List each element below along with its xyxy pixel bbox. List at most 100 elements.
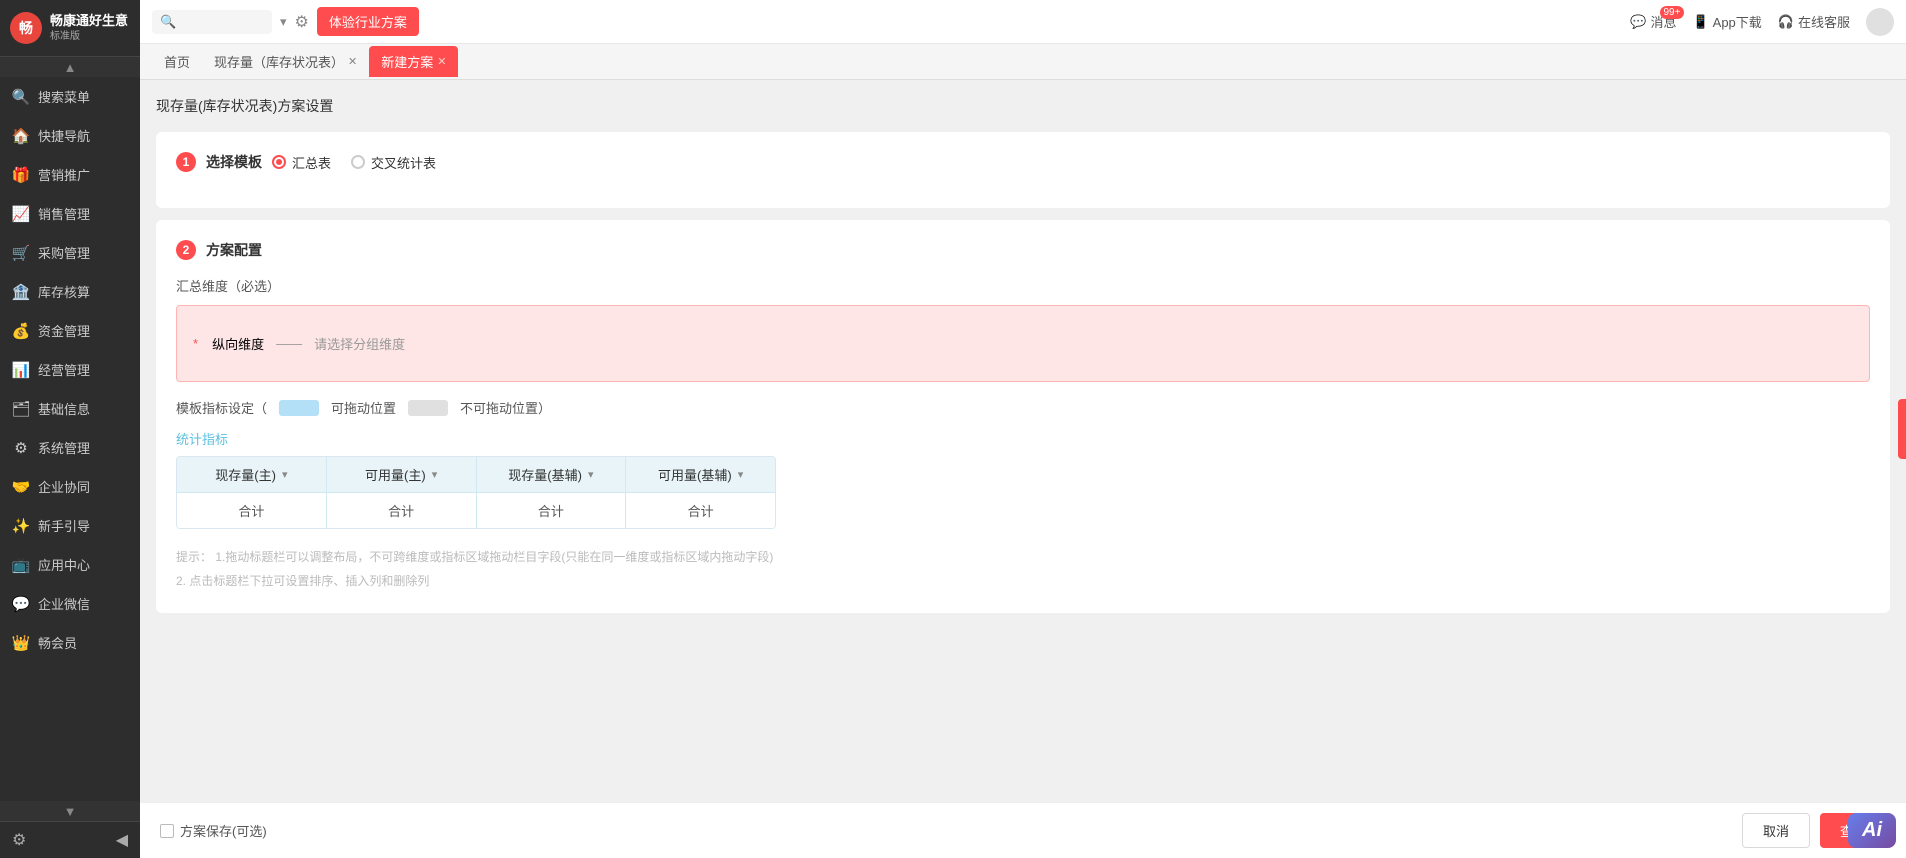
stats-section-label: 统计指标 [176, 429, 1870, 448]
step2-title: 方案配置 [206, 240, 262, 260]
sidebar-item-collab[interactable]: 🤝 企业协同 [0, 467, 140, 506]
sidebar-item-guide[interactable]: ✨ 新手引导 [0, 506, 140, 545]
tab-new-plan-close[interactable]: ✕ [437, 55, 446, 68]
radio-summary-label: 汇总表 [292, 153, 331, 172]
indicator-fixed-label: 不可拖动位置） [460, 398, 551, 417]
member-icon: 👑 [12, 634, 30, 652]
sidebar-item-nav[interactable]: 🏠 快捷导航 [0, 116, 140, 155]
right-edge-indicator [1898, 399, 1906, 459]
step1-card: 1 选择模板 汇总表 交叉统计表 [156, 132, 1890, 208]
sidebar-item-search[interactable]: 🔍 搜索菜单 [0, 77, 140, 116]
tab-inventory-close[interactable]: ✕ [348, 55, 357, 68]
sidebar-scroll-up[interactable]: ▲ [0, 57, 140, 77]
step2-card: 2 方案配置 汇总维度（必选） * 纵向维度 —— 请选择分组维度 模板指标设定… [156, 220, 1890, 613]
message-badge: 99+ [1660, 6, 1685, 19]
radio-summary[interactable]: 汇总表 [272, 153, 331, 172]
sidebar-label-apps: 应用中心 [38, 555, 90, 574]
sidebar-scroll-down[interactable]: ▼ [0, 801, 140, 821]
col-header-2[interactable]: 现存量(基辅) ▾ [477, 457, 627, 492]
col-header-1[interactable]: 可用量(主) ▾ [327, 457, 477, 492]
footer-bar: 方案保存(可选) 取消 查询 [140, 802, 1906, 858]
summary-dimension-label: 汇总维度（必选） [176, 276, 1870, 295]
sidebar-label-inventory: 库存核算 [38, 282, 90, 301]
col-label-3: 可用量(基辅) [658, 465, 732, 484]
sidebar-label-marketing: 营销推广 [38, 165, 90, 184]
radio-cross-label: 交叉统计表 [371, 153, 436, 172]
sidebar-logo: 畅 畅康通好生意 标准版 [0, 0, 140, 57]
save-checkbox[interactable] [160, 824, 174, 838]
col-chevron-3: ▾ [738, 468, 744, 481]
app-version: 标准版 [50, 30, 128, 43]
service-icon: 🎧 [1778, 14, 1794, 30]
sidebar-nav: 🔍 搜索菜单 🏠 快捷导航 🎁 营销推广 📈 销售管理 🛒 采购管理 🏦 库存核… [0, 77, 140, 801]
logo-icon: 畅 [10, 12, 42, 44]
tips-title-label: 提示： [176, 550, 212, 564]
search-chevron-icon[interactable]: ▾ [280, 14, 287, 30]
tab-home[interactable]: 首页 [152, 46, 202, 77]
basic-icon: 🗂 [12, 400, 30, 418]
col-header-3[interactable]: 可用量(基辅) ▾ [626, 457, 775, 492]
sidebar-item-apps[interactable]: 📺 应用中心 [0, 545, 140, 584]
cell-2: 合计 [477, 493, 627, 528]
collab-icon: 🤝 [12, 478, 30, 496]
sidebar-label-purchase: 采购管理 [38, 243, 90, 262]
sidebar-item-management[interactable]: 📊 经营管理 [0, 350, 140, 389]
save-option[interactable]: 方案保存(可选) [160, 821, 267, 840]
message-btn[interactable]: 💬 消息 99+ [1630, 12, 1676, 31]
purchase-icon: 🛒 [12, 244, 30, 262]
sidebar: 畅 畅康通好生意 标准版 ▲ 🔍 搜索菜单 🏠 快捷导航 🎁 营销推广 📈 销售… [0, 0, 140, 858]
sidebar-label-wechat: 企业微信 [38, 594, 90, 613]
tab-new-plan[interactable]: 新建方案 ✕ [369, 46, 458, 77]
topbar: 🔍 ▾ ⚙ 体验行业方案 💬 消息 99+ 📱 App下载 🎧 在线客服 [140, 0, 1906, 44]
indicator-movable-label: 可拖动位置 [331, 398, 396, 417]
tips-section: 提示： 1.拖动标题栏可以调整布局，不可跨维度或指标区域拖动栏目字段(只能在同一… [176, 545, 1870, 593]
sales-icon: 📈 [12, 205, 30, 223]
radio-cross[interactable]: 交叉统计表 [351, 153, 436, 172]
topbar-gear-icon[interactable]: ⚙ [295, 12, 309, 32]
app-download-btn[interactable]: 📱 App下载 [1692, 12, 1761, 31]
ai-badge[interactable]: Ai [1848, 813, 1896, 848]
sidebar-item-basic[interactable]: 🗂 基础信息 [0, 389, 140, 428]
cancel-button[interactable]: 取消 [1742, 813, 1810, 848]
sidebar-item-sales[interactable]: 📈 销售管理 [0, 194, 140, 233]
sidebar-item-marketing[interactable]: 🎁 营销推广 [0, 155, 140, 194]
tabbar: 首页 现存量（库存状况表） ✕ 新建方案 ✕ [140, 44, 1906, 80]
fixed-badge [408, 400, 448, 416]
cell-3: 合计 [626, 493, 775, 528]
trial-btn[interactable]: 体验行业方案 [317, 7, 419, 36]
sidebar-label-collab: 企业协同 [38, 477, 90, 496]
radio-cross-dot [351, 155, 365, 169]
topbar-search-wrap: 🔍 [152, 10, 272, 34]
tip1: 1.拖动标题栏可以调整布局，不可跨维度或指标区域拖动栏目字段(只能在同一维度或指… [215, 550, 773, 564]
message-icon: 💬 [1630, 14, 1646, 30]
collapse-icon[interactable]: ◀ [116, 830, 128, 850]
user-avatar[interactable] [1866, 8, 1894, 36]
dimension-area[interactable]: * 纵向维度 —— 请选择分组维度 [176, 305, 1870, 382]
sidebar-item-inventory[interactable]: 🏦 库存核算 [0, 272, 140, 311]
app-label: App下载 [1713, 12, 1762, 31]
sidebar-label-finance: 资金管理 [38, 321, 90, 340]
management-icon: 📊 [12, 361, 30, 379]
col-header-0[interactable]: 现存量(主) ▾ [177, 457, 327, 492]
col-label-2: 现存量(基辅) [508, 465, 582, 484]
tab-inventory[interactable]: 现存量（库存状况表） ✕ [202, 46, 369, 77]
indicator-settings: 模板指标设定（ 可拖动位置 不可拖动位置） [176, 398, 1870, 417]
sidebar-item-purchase[interactable]: 🛒 采购管理 [0, 233, 140, 272]
step1-title: 选择模板 [206, 152, 262, 172]
sidebar-label-nav: 快捷导航 [38, 126, 90, 145]
sidebar-label-sales: 销售管理 [38, 204, 90, 223]
home-icon: 🏠 [12, 127, 30, 145]
sidebar-item-finance[interactable]: 💰 资金管理 [0, 311, 140, 350]
search-input[interactable] [180, 15, 260, 29]
settings-icon[interactable]: ⚙ [12, 830, 26, 850]
sidebar-item-wechat[interactable]: 💬 企业微信 [0, 584, 140, 623]
sidebar-item-member[interactable]: 👑 畅会员 [0, 623, 140, 662]
tip2: 2. 点击标题栏下拉可设置排序、插入列和删除列 [176, 569, 1870, 593]
service-btn[interactable]: 🎧 在线客服 [1778, 12, 1850, 31]
sidebar-item-system[interactable]: ⚙ 系统管理 [0, 428, 140, 467]
wechat-icon: 💬 [12, 595, 30, 613]
cell-1: 合计 [327, 493, 477, 528]
dim-placeholder: 请选择分组维度 [314, 334, 405, 353]
vertical-dim-label: 纵向维度 [212, 334, 264, 353]
search-icon: 🔍 [12, 88, 30, 106]
